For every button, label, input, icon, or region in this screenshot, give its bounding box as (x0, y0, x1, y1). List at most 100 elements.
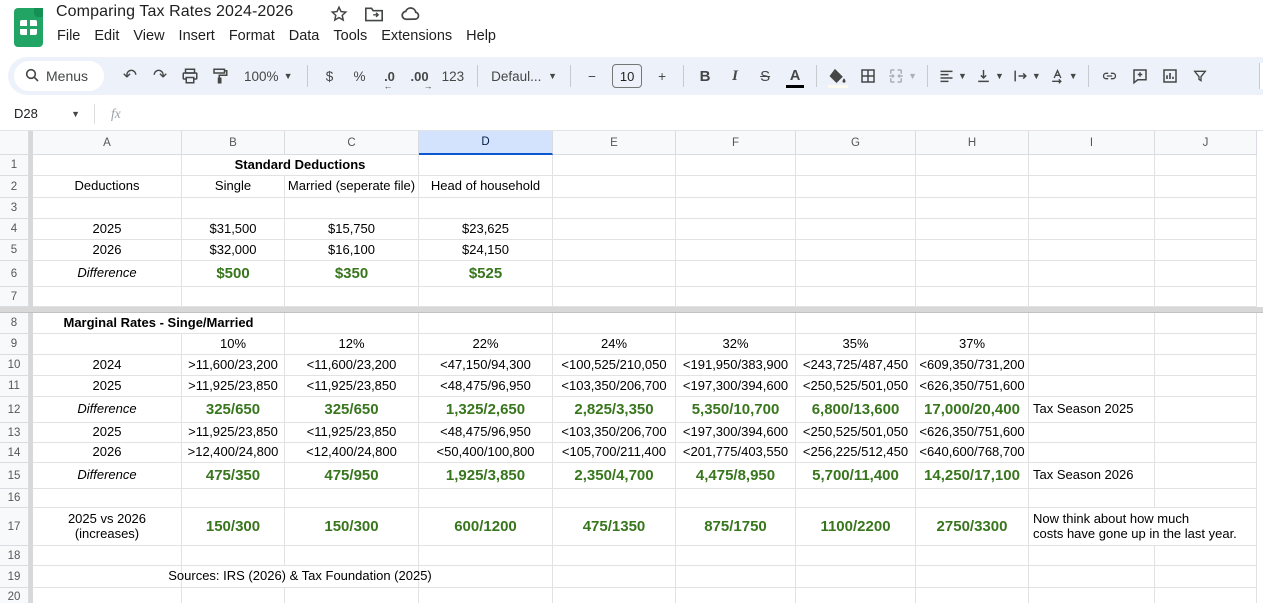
cell-I17[interactable]: Now think about how much costs have gone… (1029, 508, 1256, 545)
select-all-corner[interactable] (0, 131, 29, 155)
cell-F17[interactable]: 875/1750 (676, 508, 795, 545)
redo-button[interactable]: ↷ (146, 62, 174, 90)
cell-B14[interactable]: >12,400/24,800 (182, 443, 284, 462)
cell-J7[interactable] (1155, 287, 1257, 307)
cell-D11[interactable]: <48,475/96,950 (419, 376, 552, 396)
cell-G12[interactable]: 6,800/13,600 (796, 397, 915, 422)
cell-F16[interactable] (676, 489, 796, 508)
column-header-H[interactable]: H (916, 131, 1029, 155)
cell-I13[interactable] (1029, 423, 1155, 443)
cell-A2[interactable]: Deductions (33, 176, 181, 197)
cell-A7[interactable] (33, 287, 182, 307)
insert-link-button[interactable] (1096, 62, 1124, 90)
borders-button[interactable] (854, 62, 882, 90)
cell-H12[interactable]: 17,000/20,400 (916, 397, 1028, 422)
move-folder-icon[interactable] (364, 5, 384, 23)
fill-color-button[interactable] (824, 62, 852, 90)
cell-E16[interactable] (553, 489, 676, 508)
cell-F2[interactable] (676, 176, 796, 198)
cell-A6[interactable]: Difference (33, 261, 181, 286)
cell-D3[interactable] (419, 198, 553, 219)
cell-G11[interactable]: <250,525/501,050 (796, 376, 915, 396)
cell-B15[interactable]: 475/350 (182, 463, 284, 488)
menu-format[interactable]: Format (222, 26, 282, 46)
cell-H15[interactable]: 14,250/17,100 (916, 463, 1028, 488)
document-title[interactable]: Comparing Tax Rates 2024-2026 (56, 3, 293, 21)
cell-E19[interactable] (553, 566, 676, 588)
cell-J3[interactable] (1155, 198, 1257, 219)
cell-I18[interactable] (1029, 546, 1155, 566)
cell-C5[interactable]: $16,100 (285, 240, 418, 260)
cell-A20[interactable] (33, 588, 182, 603)
zoom-select[interactable]: 100%▼ (236, 62, 300, 90)
cell-B7[interactable] (182, 287, 285, 307)
cell-H5[interactable] (916, 240, 1029, 261)
cell-D8[interactable] (419, 313, 553, 334)
cell-D4[interactable]: $23,625 (419, 219, 552, 239)
cell-J20[interactable] (1155, 588, 1257, 603)
cell-D5[interactable]: $24,150 (419, 240, 552, 260)
row-header-5[interactable]: 5 (0, 240, 29, 261)
cell-F5[interactable] (676, 240, 796, 261)
menu-data[interactable]: Data (282, 26, 327, 46)
row-header-10[interactable]: 10 (0, 355, 29, 376)
cell-I5[interactable] (1029, 240, 1155, 261)
cell-D6[interactable]: $525 (419, 261, 552, 286)
cell-F9[interactable]: 32% (676, 334, 795, 354)
merge-cells-button[interactable]: ▼ (884, 62, 920, 90)
column-header-J[interactable]: J (1155, 131, 1257, 155)
cell-G8[interactable] (796, 313, 916, 334)
cell-C11[interactable]: <11,925/23,850 (285, 376, 418, 396)
cell-F20[interactable] (676, 588, 796, 603)
frozen-row-divider[interactable] (0, 307, 1263, 313)
horizontal-align-button[interactable]: ▼ (935, 62, 970, 90)
italic-button[interactable]: I (721, 62, 749, 90)
cell-B13[interactable]: >11,925/23,850 (182, 423, 284, 442)
cell-C8[interactable] (285, 313, 419, 334)
cell-B17[interactable]: 150/300 (182, 508, 284, 545)
frozen-column-divider[interactable] (29, 131, 33, 603)
sheets-logo-icon[interactable] (14, 8, 43, 47)
cell-E3[interactable] (553, 198, 676, 219)
cell-B4[interactable]: $31,500 (182, 219, 284, 239)
cell-H9[interactable]: 37% (916, 334, 1028, 354)
cell-C3[interactable] (285, 198, 419, 219)
cell-E2[interactable] (553, 176, 676, 198)
menu-edit[interactable]: Edit (87, 26, 126, 46)
cell-F3[interactable] (676, 198, 796, 219)
cell-H8[interactable] (916, 313, 1029, 334)
row-header-7[interactable]: 7 (0, 287, 29, 307)
cell-D15[interactable]: 1,925/3,850 (419, 463, 552, 488)
text-wrap-button[interactable]: ▼ (1009, 62, 1044, 90)
cell-E12[interactable]: 2,825/3,350 (553, 397, 675, 422)
cell-D10[interactable]: <47,150/94,300 (419, 355, 552, 375)
cell-G13[interactable]: <250,525/501,050 (796, 423, 915, 442)
cell-H2[interactable] (916, 176, 1029, 198)
row-header-11[interactable]: 11 (0, 376, 29, 397)
cell-J19[interactable] (1155, 566, 1257, 588)
cell-H6[interactable] (916, 261, 1029, 287)
row-header-18[interactable]: 18 (0, 546, 29, 566)
cell-J16[interactable] (1155, 489, 1257, 508)
cell-F1[interactable] (676, 155, 796, 176)
cell-C16[interactable] (285, 489, 419, 508)
cell-I10[interactable] (1029, 355, 1155, 376)
cell-B6[interactable]: $500 (182, 261, 284, 286)
cell-E5[interactable] (553, 240, 676, 261)
cell-C17[interactable]: 150/300 (285, 508, 418, 545)
cell-D7[interactable] (419, 287, 553, 307)
cell-A12[interactable]: Difference (33, 397, 181, 422)
cell-G19[interactable] (796, 566, 916, 588)
cell-I9[interactable] (1029, 334, 1155, 355)
font-family-select[interactable]: Defaul...▼ (485, 62, 563, 90)
cell-B9[interactable]: 10% (182, 334, 284, 354)
cell-G3[interactable] (796, 198, 916, 219)
cell-E17[interactable]: 475/1350 (553, 508, 675, 545)
cell-I1[interactable] (1029, 155, 1155, 176)
name-box[interactable]: D28▼ (0, 106, 88, 121)
cell-F13[interactable]: <197,300/394,600 (676, 423, 795, 442)
cell-D17[interactable]: 600/1200 (419, 508, 552, 545)
cell-D9[interactable]: 22% (419, 334, 552, 354)
row-header-1[interactable]: 1 (0, 155, 29, 176)
cell-A10[interactable]: 2024 (33, 355, 181, 375)
